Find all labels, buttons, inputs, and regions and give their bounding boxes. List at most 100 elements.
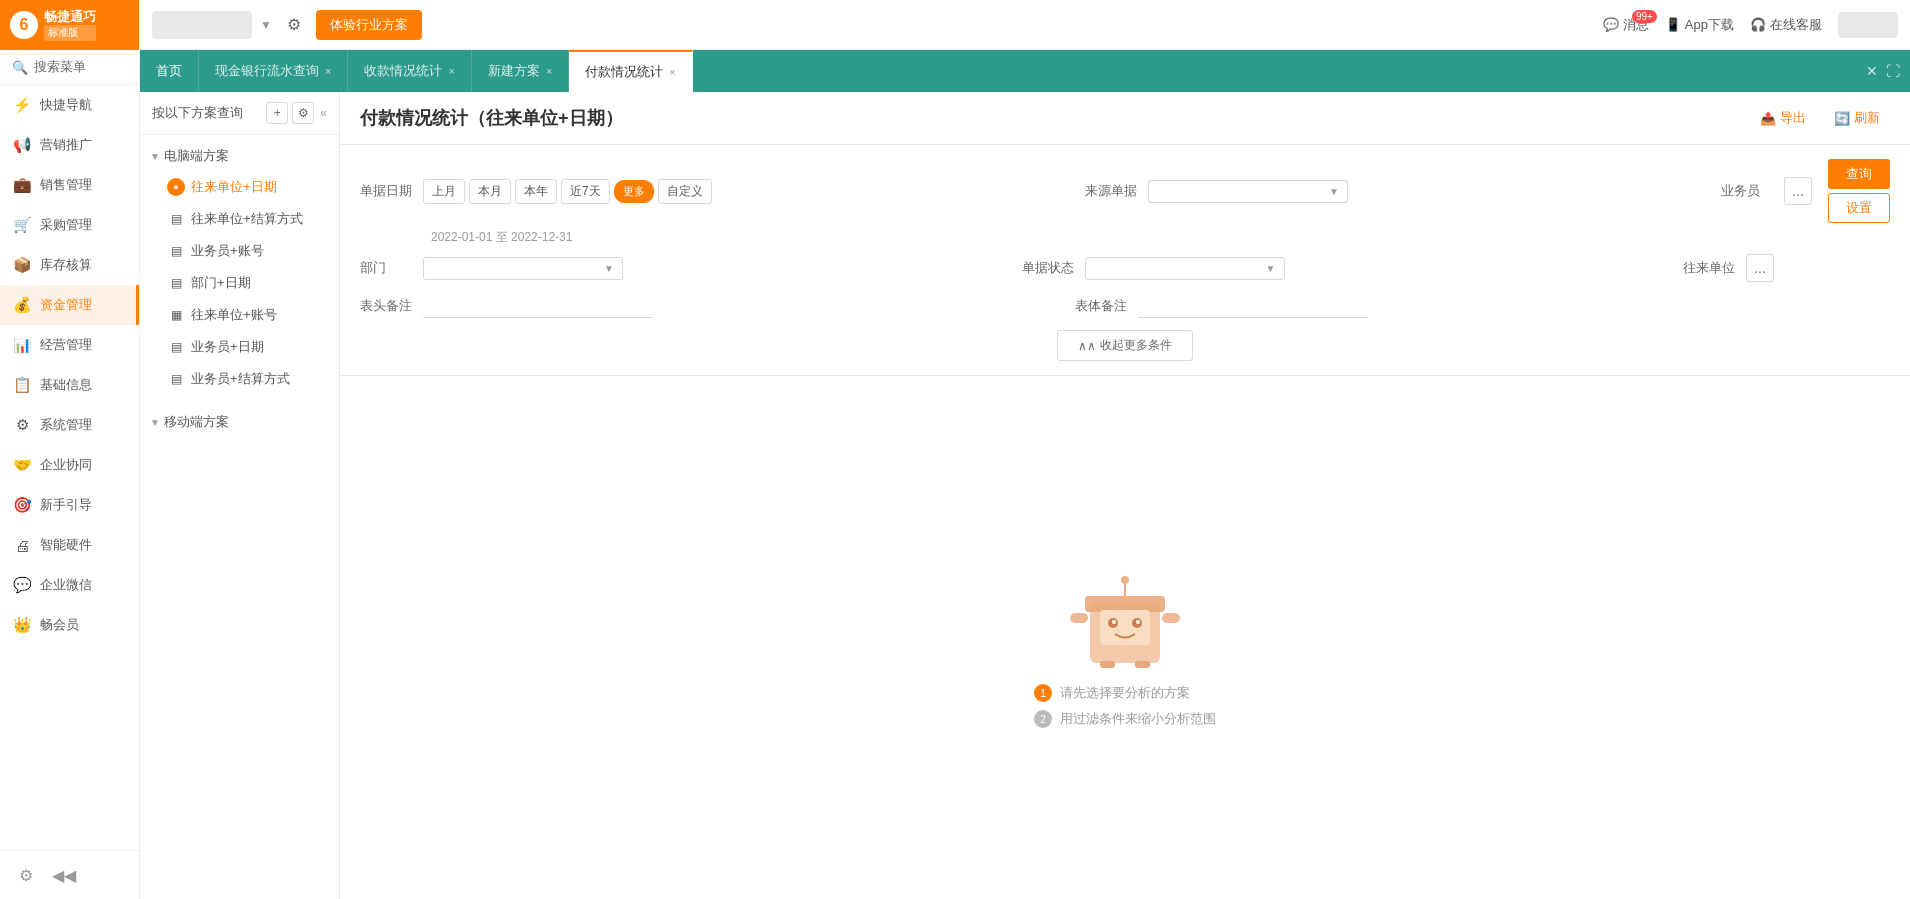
sidebar-item-beginner[interactable]: 🎯新手引导 — [0, 485, 139, 525]
sidebar-item-purchase[interactable]: 🛒采购管理 — [0, 205, 139, 245]
search-menu[interactable]: 🔍 搜索菜单 — [0, 50, 139, 85]
sidebar-item-marketing[interactable]: 📢营销推广 — [0, 125, 139, 165]
tab-bank-flow[interactable]: 现金银行流水查询 × — [199, 50, 348, 92]
tab-label-receipt-stat: 收款情况统计 — [364, 62, 442, 80]
collapse-panel-button[interactable]: « — [320, 106, 327, 120]
partner-selector[interactable]: ... — [1746, 254, 1774, 282]
column-settings-button[interactable]: 设置 — [1828, 193, 1890, 223]
headset-icon: 🎧 — [1750, 17, 1766, 32]
export-icon: 📤 — [1760, 111, 1776, 126]
source-voucher-select[interactable]: ▼ — [1148, 180, 1348, 203]
scheme-item-dept-date[interactable]: ▤部门+日期 — [140, 267, 339, 299]
tab-receipt-stat[interactable]: 收款情况统计 × — [348, 50, 471, 92]
voucher-status-select[interactable]: ▼ — [1085, 257, 1285, 280]
tab-close-receipt-stat[interactable]: × — [448, 65, 454, 77]
scheme-section-title-移动端方案[interactable]: ▼移动端方案 — [140, 407, 339, 437]
scheme-item-partner-date[interactable]: ●往来单位+日期 — [140, 171, 339, 203]
sidebar-item-enterprise[interactable]: 🤝企业协同 — [0, 445, 139, 485]
svg-point-6 — [1136, 620, 1140, 624]
collapse-conditions-button[interactable]: ∧∧ 收起更多条件 — [1057, 330, 1193, 361]
tab-close-new-scheme[interactable]: × — [546, 65, 552, 77]
page-header-actions: 📤 导出 🔄 刷新 — [1750, 104, 1890, 132]
content-area: 按以下方案查询 + ⚙ « ▼电脑端方案●往来单位+日期▤往来单位+结算方式▤业… — [140, 92, 1910, 899]
tab-close-all-icon[interactable]: ✕ — [1866, 63, 1878, 79]
date-btn-this-month[interactable]: 本月 — [469, 179, 511, 204]
body-remark-input[interactable] — [1138, 294, 1368, 318]
export-button[interactable]: 📤 导出 — [1750, 104, 1816, 132]
svg-point-5 — [1112, 620, 1116, 624]
dept-group: 部门 ▼ — [360, 257, 623, 280]
sidebar-item-system[interactable]: ⚙系统管理 — [0, 405, 139, 445]
nav-label-smart-hw: 智能硬件 — [40, 536, 92, 554]
scheme-item-partner-account[interactable]: ▦往来单位+账号 — [140, 299, 339, 331]
nav-icon-sales: 💼 — [12, 175, 32, 195]
tip-text-1: 请先选择要分析的方案 — [1060, 684, 1190, 702]
tab-home[interactable]: 首页 — [140, 50, 199, 92]
chevron-up-icon: ∧∧ — [1078, 339, 1096, 353]
left-panel-title: 按以下方案查询 — [152, 104, 243, 122]
tabbar-actions: ✕ ⛶ — [1856, 50, 1910, 92]
staff-selector[interactable]: ... — [1784, 177, 1812, 205]
scheme-item-label-partner-account: 往来单位+账号 — [191, 306, 277, 324]
tab-close-payment-stat[interactable]: × — [669, 66, 675, 78]
voucher-date-group: 单据日期 上月本月本年近7天更多自定义 — [360, 179, 712, 204]
sidebar-logo: 6 畅捷通巧 标准版 — [0, 0, 139, 50]
scheme-item-staff-account[interactable]: ▤业务员+账号 — [140, 235, 339, 267]
dept-select[interactable]: ▼ — [423, 257, 623, 280]
add-scheme-button[interactable]: + — [266, 102, 288, 124]
user-avatar[interactable] — [1838, 12, 1898, 38]
online-service-item[interactable]: 🎧 在线客服 — [1750, 16, 1822, 34]
sidebar-item-inventory[interactable]: 📦库存核算 — [0, 245, 139, 285]
sidebar-item-fund[interactable]: 💰资金管理 — [0, 285, 139, 325]
staff-label: 业务员 — [1721, 182, 1776, 200]
staff-group: 业务员 ... — [1721, 177, 1812, 205]
query-button[interactable]: 查询 — [1828, 159, 1890, 189]
sidebar-item-wechat[interactable]: 💬企业微信 — [0, 565, 139, 605]
refresh-button[interactable]: 🔄 刷新 — [1824, 104, 1890, 132]
tip-number-2: 2 — [1034, 710, 1052, 728]
date-btn-custom[interactable]: 自定义 — [658, 179, 712, 204]
header-remark-input[interactable] — [423, 294, 653, 318]
nav-icon-system: ⚙ — [12, 415, 32, 435]
svg-rect-10 — [1135, 661, 1150, 668]
collapse-sidebar-icon[interactable]: ◀◀ — [50, 861, 78, 889]
sidebar-item-basic-info[interactable]: 📋基础信息 — [0, 365, 139, 405]
date-btn-last-month[interactable]: 上月 — [423, 179, 465, 204]
section-arrow: ▼ — [150, 417, 160, 428]
tab-close-bank-flow[interactable]: × — [325, 65, 331, 77]
scheme-item-partner-settle[interactable]: ▤往来单位+结算方式 — [140, 203, 339, 235]
tab-payment-stat[interactable]: 付款情况统计× — [569, 50, 692, 92]
try-industry-button[interactable]: 体验行业方案 — [316, 10, 422, 40]
topbar-gear-icon[interactable]: ⚙ — [280, 11, 308, 39]
company-dropdown-arrow[interactable]: ▼ — [260, 18, 272, 32]
topbar-right: 💬 消息 99+ 📱 App下载 🎧 在线客服 — [1603, 12, 1898, 38]
empty-tip-1: 1 请先选择要分析的方案 — [1034, 684, 1216, 702]
company-selector[interactable] — [152, 11, 252, 39]
source-voucher-label: 来源单据 — [1085, 182, 1140, 200]
sidebar-item-sales[interactable]: 💼销售管理 — [0, 165, 139, 205]
app-download-label: App下载 — [1685, 16, 1734, 34]
message-item[interactable]: 💬 消息 99+ — [1603, 16, 1649, 34]
scheme-item-icon-dept-date: ▤ — [167, 274, 185, 292]
left-panel: 按以下方案查询 + ⚙ « ▼电脑端方案●往来单位+日期▤往来单位+结算方式▤业… — [140, 92, 340, 899]
scheme-section-title-电脑端方案[interactable]: ▼电脑端方案 — [140, 141, 339, 171]
settings-bottom-icon[interactable]: ⚙ — [12, 861, 40, 889]
app-download-item[interactable]: 📱 App下载 — [1665, 16, 1734, 34]
scheme-item-staff-date[interactable]: ▤业务员+日期 — [140, 331, 339, 363]
sidebar-item-member[interactable]: 👑畅会员 — [0, 605, 139, 645]
logo-title: 畅捷通巧 — [44, 9, 96, 25]
nav-label-beginner: 新手引导 — [40, 496, 92, 514]
scheme-settings-button[interactable]: ⚙ — [292, 102, 314, 124]
logo-icon: 6 — [10, 11, 38, 39]
date-btn-this-year[interactable]: 本年 — [515, 179, 557, 204]
tab-label-bank-flow: 现金银行流水查询 — [215, 62, 319, 80]
sidebar-item-quick-nav[interactable]: ⚡快捷导航 — [0, 85, 139, 125]
tab-new-scheme[interactable]: 新建方案× — [472, 50, 569, 92]
sidebar-item-smart-hw[interactable]: 🖨智能硬件 — [0, 525, 139, 565]
date-btn-last-7days[interactable]: 近7天 — [561, 179, 610, 204]
scheme-item-staff-settle[interactable]: ▤业务员+结算方式 — [140, 363, 339, 395]
date-btn-more[interactable]: 更多 — [614, 180, 654, 203]
right-panel: 付款情况统计（往来单位+日期） 📤 导出 🔄 刷新 — [340, 92, 1910, 899]
sidebar-item-operation[interactable]: 📊经营管理 — [0, 325, 139, 365]
tab-expand-icon[interactable]: ⛶ — [1886, 63, 1900, 79]
